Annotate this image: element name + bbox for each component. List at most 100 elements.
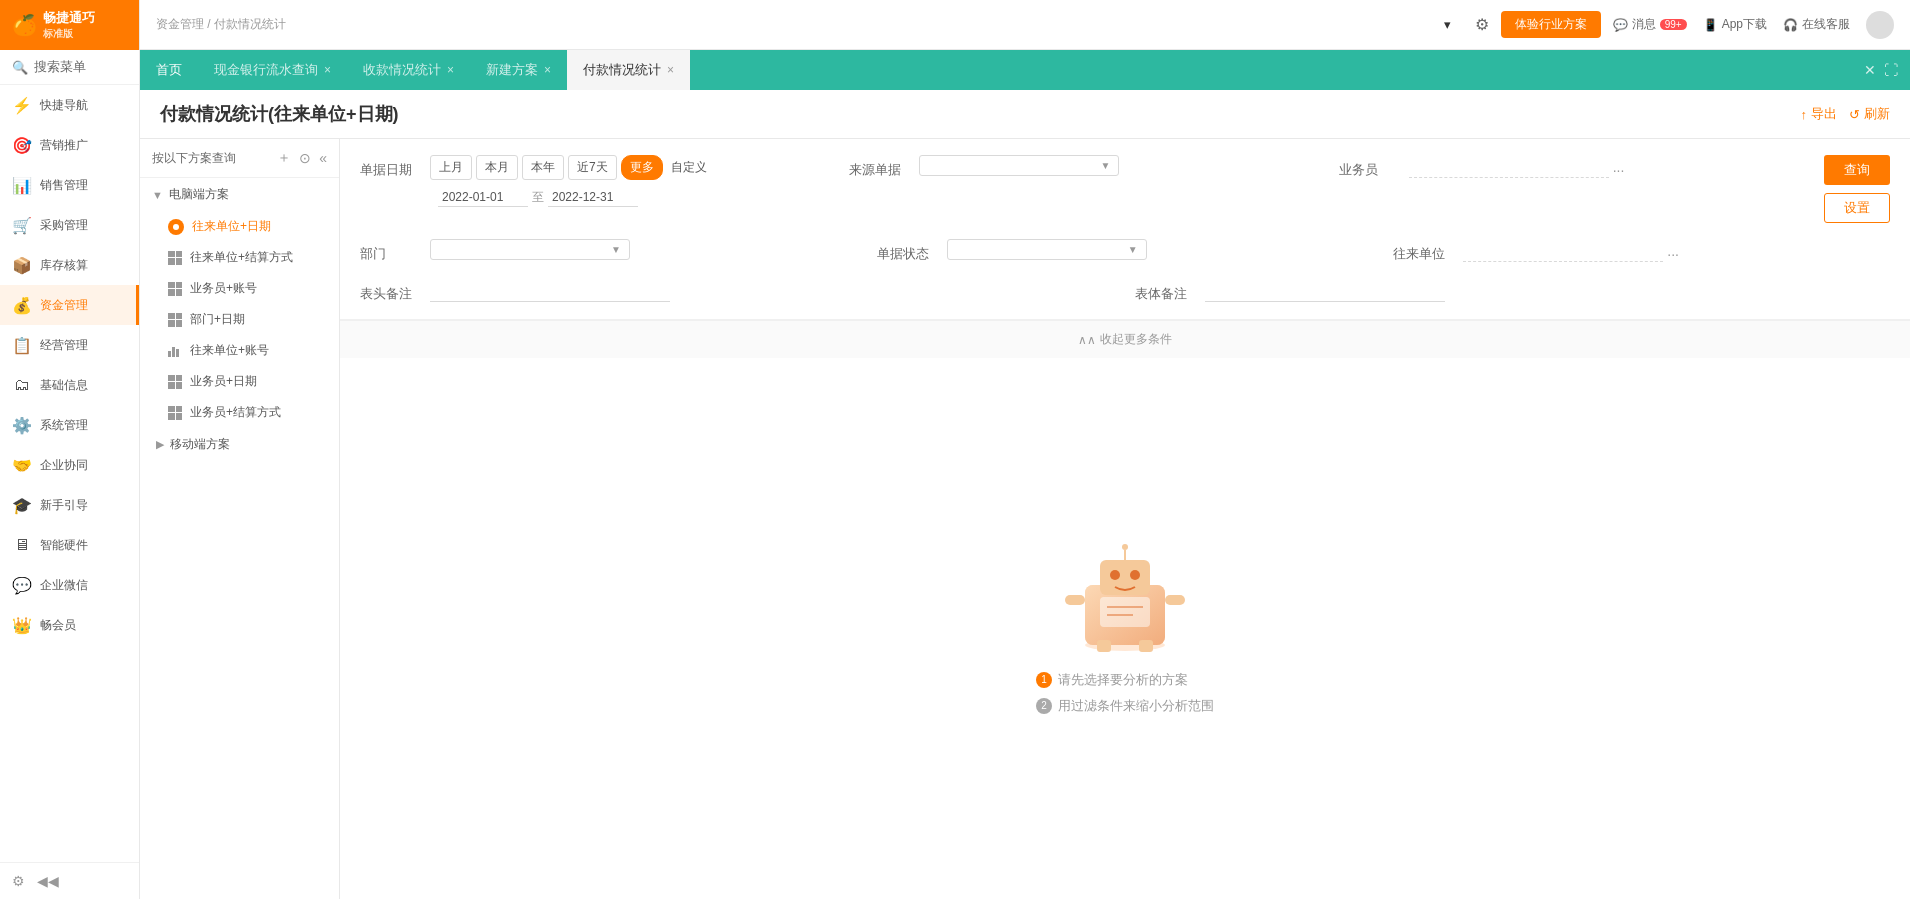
filter-row-3: 表头备注 表体备注 [360, 279, 1890, 303]
staff-control: ... [1409, 155, 1808, 178]
collapse-scheme-icon[interactable]: « [319, 150, 327, 166]
dept-arrow: ▼ [611, 244, 621, 255]
sales-icon: 📊 [12, 175, 32, 195]
table-header-note-control [430, 279, 1115, 302]
tab-receipts-stats-close[interactable]: × [447, 63, 454, 77]
empty-illustration [1055, 535, 1195, 655]
sidebar-item-hardware[interactable]: 🖥 智能硬件 [0, 525, 139, 565]
sidebar-item-operations[interactable]: 📋 经营管理 [0, 325, 139, 365]
enterprise-label: 企业协同 [40, 457, 88, 474]
sidebar-item-basic-info[interactable]: 🗂 基础信息 [0, 365, 139, 405]
close-window-btn[interactable]: ✕ [1864, 62, 1876, 78]
date-btn-last-month[interactable]: 上月 [430, 155, 472, 180]
date-end-input[interactable] [548, 188, 638, 207]
doc-status-dropdown[interactable]: ▼ [947, 239, 1147, 260]
date-btn-last-7[interactable]: 近7天 [568, 155, 617, 180]
marketing-icon: 🎯 [12, 135, 32, 155]
tab-home[interactable]: 首页 [140, 50, 198, 90]
staff-input[interactable] [1409, 155, 1609, 178]
sidebar-item-enterprise[interactable]: 🤝 企业协同 [0, 445, 139, 485]
tab-payment-stats-label: 付款情况统计 [583, 61, 661, 79]
sidebar-search-label: 搜索菜单 [34, 58, 86, 76]
sidebar-item-member[interactable]: 👑 畅会员 [0, 605, 139, 645]
table-body-note-input[interactable] [1205, 279, 1445, 302]
tab-receipts-stats[interactable]: 收款情况统计 × [347, 50, 470, 90]
search-icon: 🔍 [12, 60, 28, 75]
sidebar-item-inventory[interactable]: 📦 库存核算 [0, 245, 139, 285]
empty-state: 请先选择要分析的方案 用过滤条件来缩小分析范围 [340, 358, 1910, 899]
collapse-btn[interactable]: ∧∧ 收起更多条件 [1078, 331, 1172, 348]
settings-button[interactable]: 设置 [1824, 193, 1890, 223]
scheme-item-partner-settlement[interactable]: 往来单位+结算方式 [140, 242, 339, 273]
refresh-btn[interactable]: ↺ 刷新 [1849, 105, 1890, 123]
scheme-panel-icons: ＋ ⊙ « [277, 149, 327, 167]
sidebar-item-guide[interactable]: 🎓 新手引导 [0, 485, 139, 525]
tab-new-scheme[interactable]: 新建方案 × [470, 50, 567, 90]
scheme-item-staff-date[interactable]: 业务员+日期 [140, 366, 339, 397]
sidebar-item-system[interactable]: ⚙️ 系统管理 [0, 405, 139, 445]
topbar-dropdown[interactable]: ▾ [1444, 17, 1451, 32]
scheme-group-desktop-header[interactable]: ▼ 电脑端方案 [140, 178, 339, 211]
scheme-item-dept-date[interactable]: 部门+日期 [140, 304, 339, 335]
tab-bank-flow[interactable]: 现金银行流水查询 × [198, 50, 347, 90]
online-service-btn[interactable]: 🎧 在线客服 [1783, 16, 1850, 33]
date-start-input[interactable] [438, 188, 528, 207]
date-btn-this-month[interactable]: 本月 [476, 155, 518, 180]
user-avatar[interactable] [1866, 11, 1894, 39]
source-doc-dropdown[interactable]: ▼ [919, 155, 1119, 176]
breadcrumb-text: 资金管理 / 付款情况统计 [156, 17, 286, 31]
staff-label: 业务员 [1339, 155, 1409, 179]
tab-payment-stats-close[interactable]: × [667, 63, 674, 77]
messages-btn[interactable]: 💬 消息 99+ [1613, 16, 1687, 33]
empty-tips: 请先选择要分析的方案 用过滤条件来缩小分析范围 [1036, 671, 1214, 723]
tab-bank-flow-close[interactable]: × [324, 63, 331, 77]
date-btn-more[interactable]: 更多 [621, 155, 663, 180]
doc-status-label: 单据状态 [877, 239, 947, 263]
sales-label: 销售管理 [40, 177, 88, 194]
staff-dots[interactable]: ... [1613, 159, 1625, 175]
messages-label: 消息 [1632, 16, 1656, 33]
sidebar-item-purchase[interactable]: 🛒 采购管理 [0, 205, 139, 245]
date-buttons: 上月 本月 本年 近7天 更多 自定义 [430, 155, 707, 180]
scheme-group-mobile-header[interactable]: ▶ 移动端方案 [140, 428, 339, 461]
dept-dropdown[interactable]: ▼ [430, 239, 630, 260]
date-btn-this-year[interactable]: 本年 [522, 155, 564, 180]
settings-bottom-icon[interactable]: ⚙ [12, 873, 25, 889]
svg-rect-12 [1100, 597, 1150, 627]
topbar-settings-icon[interactable]: ⚙ [1475, 15, 1489, 34]
app-download-btn[interactable]: 📱 App下载 [1703, 16, 1767, 33]
content-body: 按以下方案查询 ＋ ⊙ « ▼ 电脑端方案 [140, 139, 1910, 899]
scheme-item-partner-date[interactable]: 往来单位+日期 [140, 211, 339, 242]
add-scheme-icon[interactable]: ＋ [277, 149, 291, 167]
sidebar-search[interactable]: 🔍 搜索菜单 [0, 50, 139, 85]
sidebar-item-marketing[interactable]: 🎯 营销推广 [0, 125, 139, 165]
tab-new-scheme-close[interactable]: × [544, 63, 551, 77]
collapse-sidebar-icon[interactable]: ◀◀ [37, 873, 59, 889]
scheme-item-partner-account[interactable]: 往来单位+账号 [140, 335, 339, 366]
experience-btn[interactable]: 体验行业方案 [1501, 11, 1601, 38]
svg-rect-11 [1139, 640, 1153, 652]
member-label: 畅会员 [40, 617, 76, 634]
source-doc-arrow: ▼ [1100, 160, 1110, 171]
system-icon: ⚙️ [12, 415, 32, 435]
dept-control: ▼ [430, 239, 857, 260]
export-btn[interactable]: ↑ 导出 [1801, 105, 1838, 123]
partner-input[interactable] [1463, 239, 1663, 262]
table-header-note-input[interactable] [430, 279, 670, 302]
sidebar-item-wechat[interactable]: 💬 企业微信 [0, 565, 139, 605]
operations-label: 经营管理 [40, 337, 88, 354]
maximize-window-btn[interactable]: ⛶ [1884, 62, 1898, 78]
scheme-item-staff-account[interactable]: 业务员+账号 [140, 273, 339, 304]
manage-scheme-icon[interactable]: ⊙ [299, 150, 311, 166]
date-control: 上月 本月 本年 近7天 更多 自定义 至 [430, 155, 829, 207]
date-separator: 至 [532, 189, 544, 206]
scheme-item-staff-settlement[interactable]: 业务员+结算方式 [140, 397, 339, 428]
query-button[interactable]: 查询 [1824, 155, 1890, 185]
sidebar-item-shortcut[interactable]: ⚡ 快捷导航 [0, 85, 139, 125]
sidebar-item-sales[interactable]: 📊 销售管理 [0, 165, 139, 205]
funds-label: 资金管理 [40, 297, 88, 314]
main-area: 资金管理 / 付款情况统计 ▾ ⚙ 体验行业方案 💬 消息 99+ 📱 App下… [140, 0, 1910, 899]
partner-dots[interactable]: ... [1667, 243, 1679, 259]
sidebar-item-funds[interactable]: 💰 资金管理 [0, 285, 139, 325]
tab-payment-stats[interactable]: 付款情况统计 × [567, 50, 690, 90]
